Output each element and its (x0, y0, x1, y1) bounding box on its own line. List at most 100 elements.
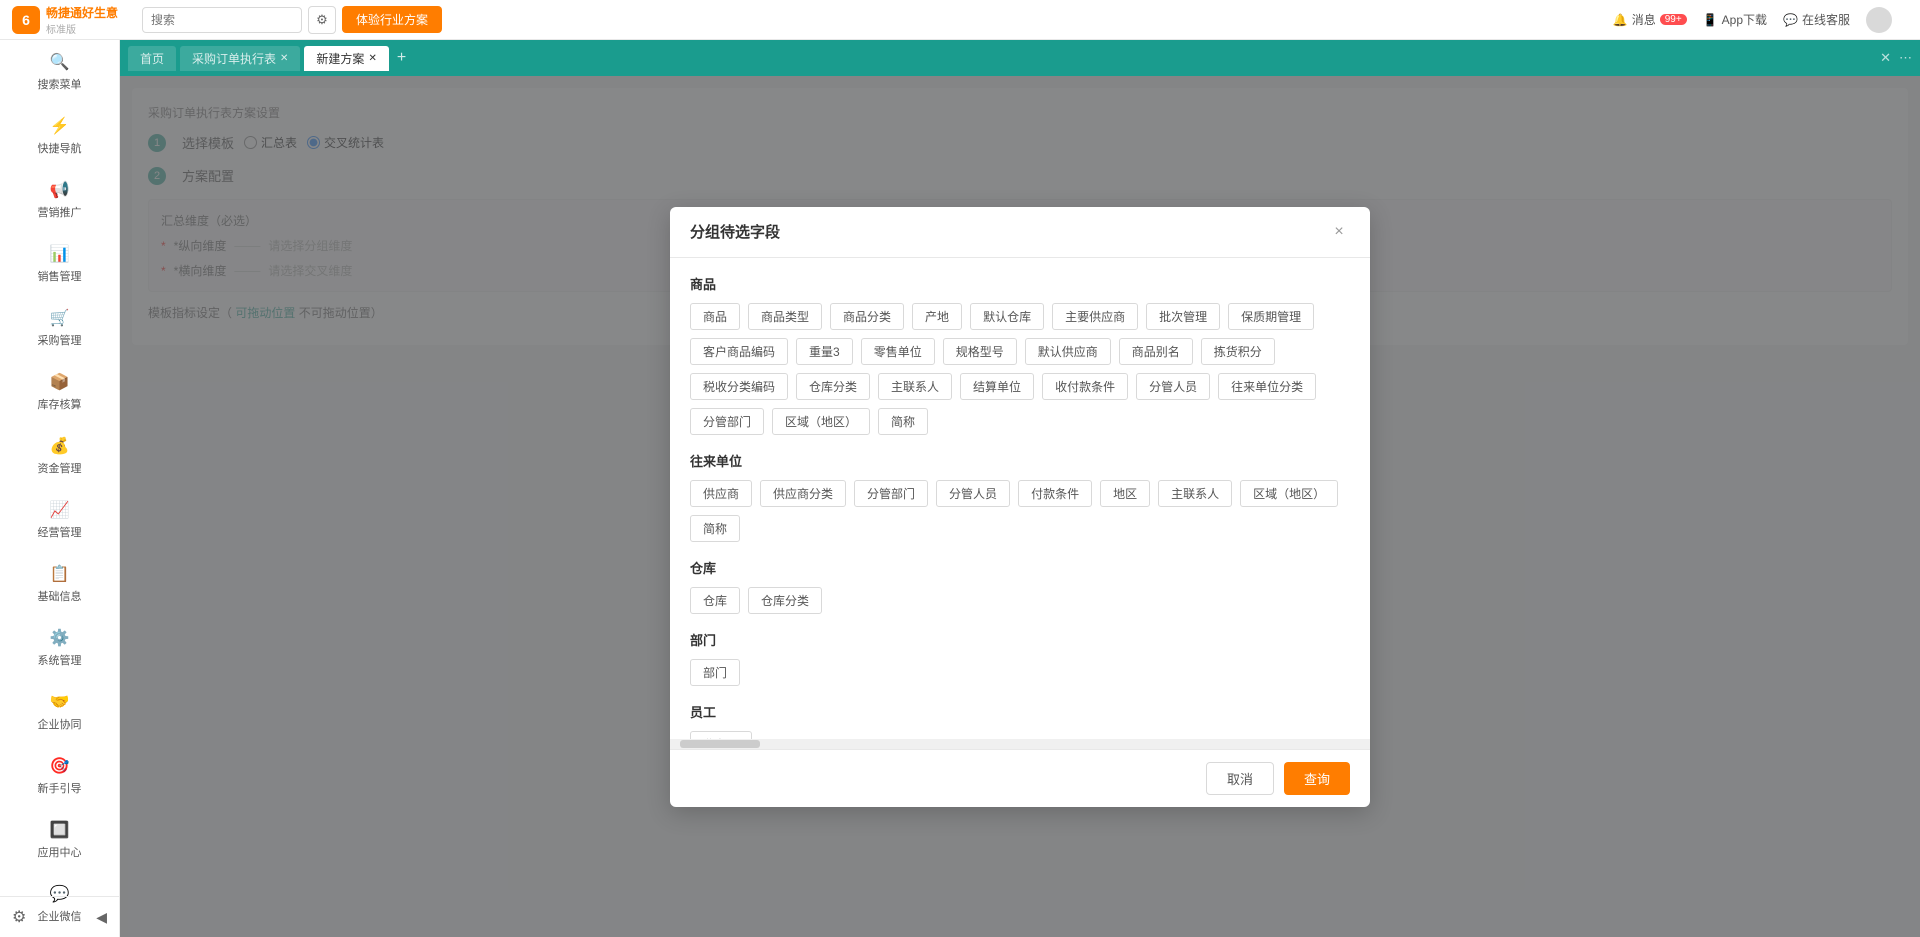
sidebar-item-basic[interactable]: 📋 基础信息 (0, 552, 119, 616)
field-tag-goods-0[interactable]: 商品 (690, 303, 740, 330)
field-tag-partner-7[interactable]: 区域（地区） (1240, 480, 1338, 507)
tab-add-icon[interactable]: + (393, 49, 410, 67)
sidebar-item-sales[interactable]: 📊 销售管理 (0, 232, 119, 296)
field-tag-goods-17[interactable]: 主联系人 (878, 373, 952, 400)
modal-close-button[interactable]: × (1328, 221, 1350, 243)
field-tag-goods-22[interactable]: 分管部门 (690, 408, 764, 435)
sidebar-item-inventory[interactable]: 📦 库存核算 (0, 360, 119, 424)
coop-icon: 🤝 (50, 692, 70, 712)
section-title-partner: 往来单位 (690, 451, 1350, 470)
field-tag-goods-10[interactable]: 零售单位 (861, 338, 935, 365)
tab-close-purchase-exec[interactable]: ✕ (280, 53, 288, 64)
tab-action-close[interactable]: ✕ (1880, 50, 1891, 66)
tab-new-plan[interactable]: 新建方案 ✕ (304, 46, 388, 71)
field-tag-partner-5[interactable]: 地区 (1100, 480, 1150, 507)
field-tag-warehouse-1[interactable]: 仓库分类 (748, 587, 822, 614)
avatar[interactable] (1866, 7, 1892, 33)
experience-button[interactable]: 体验行业方案 (342, 6, 442, 33)
tab-purchase-exec[interactable]: 采购订单执行表✕ (180, 46, 300, 71)
field-tag-employee-0[interactable]: 业务员 (690, 731, 752, 739)
section-title-goods: 商品 (690, 274, 1350, 293)
field-tag-partner-1[interactable]: 供应商分类 (760, 480, 846, 507)
message-label: 消息 (1632, 11, 1656, 28)
field-tag-partner-0[interactable]: 供应商 (690, 480, 752, 507)
field-tag-goods-4[interactable]: 默认仓库 (970, 303, 1044, 330)
sidebar-item-newbie[interactable]: 🎯 新手引导 (0, 744, 119, 808)
field-tag-goods-9[interactable]: 重量3 (796, 338, 853, 365)
sidebar-label-purchase: 采购管理 (38, 332, 82, 348)
section-fields-goods: 商品商品类型商品分类产地默认仓库主要供应商批次管理保质期管理客户商品编码重量3 零… (690, 303, 1350, 435)
tab-action-more[interactable]: ⋯ (1899, 50, 1912, 66)
modal-scrollbar-thumb[interactable] (680, 740, 760, 748)
field-tag-goods-1[interactable]: 商品类型 (748, 303, 822, 330)
quick-nav-icon: ⚡ (50, 116, 70, 136)
newbie-icon: 🎯 (50, 756, 70, 776)
field-tag-goods-2[interactable]: 商品分类 (830, 303, 904, 330)
tab-close-new-plan[interactable]: ✕ (368, 53, 376, 64)
field-tag-goods-3[interactable]: 产地 (912, 303, 962, 330)
sidebar-item-system[interactable]: ⚙️ 系统管理 (0, 616, 119, 680)
tab-label-new-plan: 新建方案 (316, 50, 364, 67)
field-tag-goods-13[interactable]: 商品别名 (1119, 338, 1193, 365)
sidebar-settings-icon[interactable]: ⚙ (12, 907, 26, 927)
field-tag-warehouse-0[interactable]: 仓库 (690, 587, 740, 614)
header-search-area: ⚙ 体验行业方案 (142, 6, 442, 34)
sidebar-item-marketing[interactable]: 📢 营销推广 (0, 168, 119, 232)
field-tag-goods-5[interactable]: 主要供应商 (1052, 303, 1138, 330)
modal-body: 商品商品商品类型商品分类产地默认仓库主要供应商批次管理保质期管理客户商品编码重量… (670, 258, 1370, 739)
sidebar-item-appcenter[interactable]: 🔲 应用中心 (0, 808, 119, 872)
message-button[interactable]: 🔔 消息 99+ (1613, 11, 1687, 28)
sales-icon: 📊 (50, 244, 70, 264)
modal-confirm-button[interactable]: 查询 (1284, 762, 1350, 795)
sidebar: 🔍 搜索菜单 ⚡ 快捷导航 📢 营销推广 📊 销售管理 🛒 采购管理 📦 库存核… (0, 40, 120, 937)
sidebar-item-business[interactable]: 📈 经营管理 (0, 488, 119, 552)
tab-label-home: 首页 (140, 50, 164, 67)
field-tag-goods-11[interactable]: 规格型号 (943, 338, 1017, 365)
online-service-label: 在线客服 (1802, 11, 1850, 28)
field-tag-goods-23[interactable]: 区域（地区） (772, 408, 870, 435)
settings-gear-icon[interactable]: ⚙ (308, 6, 336, 34)
section-title-department: 部门 (690, 630, 1350, 649)
sidebar-label-quick-nav: 快捷导航 (38, 140, 82, 156)
field-tag-goods-12[interactable]: 默认供应商 (1025, 338, 1111, 365)
field-tag-goods-14[interactable]: 拣货积分 (1201, 338, 1275, 365)
field-tag-goods-21[interactable]: 往来单位分类 (1218, 373, 1316, 400)
field-tag-goods-20[interactable]: 分管人员 (1136, 373, 1210, 400)
section-title-warehouse: 仓库 (690, 558, 1350, 577)
field-tag-partner-4[interactable]: 付款条件 (1018, 480, 1092, 507)
field-tag-goods-8[interactable]: 客户商品编码 (690, 338, 788, 365)
field-tag-goods-15[interactable]: 税收分类编码 (690, 373, 788, 400)
field-tag-partner-3[interactable]: 分管人员 (936, 480, 1010, 507)
tab-home[interactable]: 首页 (128, 46, 176, 71)
sidebar-item-purchase[interactable]: 🛒 采购管理 (0, 296, 119, 360)
field-tag-partner-8[interactable]: 简称 (690, 515, 740, 542)
sidebar-bottom: ⚙ ◀ (0, 896, 119, 937)
tab-bar: 首页采购订单执行表✕ 新建方案 ✕ + ✕ ⋯ (120, 40, 1920, 76)
app-download-button[interactable]: 📱 App下载 (1703, 11, 1767, 28)
logo-name: 畅捷通好生意 (46, 4, 118, 21)
sidebar-item-coop[interactable]: 🤝 企业协同 (0, 680, 119, 744)
field-tag-goods-19[interactable]: 收付款条件 (1042, 373, 1128, 400)
sidebar-collapse-icon[interactable]: ◀ (96, 909, 107, 926)
sidebar-item-finance[interactable]: 💰 资金管理 (0, 424, 119, 488)
header-search-input[interactable] (142, 7, 302, 33)
sidebar-item-quick-nav[interactable]: ⚡ 快捷导航 (0, 104, 119, 168)
modal: 分组待选字段 × 商品商品商品类型商品分类产地默认仓库主要供应商批次管理保质期管… (670, 207, 1370, 807)
sidebar-item-search[interactable]: 🔍 搜索菜单 (0, 40, 119, 104)
section-fields-department: 部门 (690, 659, 1350, 686)
field-tag-partner-6[interactable]: 主联系人 (1158, 480, 1232, 507)
field-tag-goods-6[interactable]: 批次管理 (1146, 303, 1220, 330)
logo-area: 6 畅捷通好生意 标准版 (12, 4, 132, 36)
logo-icon: 6 (12, 6, 40, 34)
field-tag-goods-24[interactable]: 简称 (878, 408, 928, 435)
section-fields-warehouse: 仓库仓库分类 (690, 587, 1350, 614)
sidebar-label-inventory: 库存核算 (38, 396, 82, 412)
field-tag-goods-7[interactable]: 保质期管理 (1228, 303, 1314, 330)
field-tag-goods-16[interactable]: 仓库分类 (796, 373, 870, 400)
field-tag-department-0[interactable]: 部门 (690, 659, 740, 686)
field-tag-goods-18[interactable]: 结算单位 (960, 373, 1034, 400)
online-service-button[interactable]: 💬 在线客服 (1783, 11, 1850, 28)
modal-horizontal-scrollbar[interactable] (670, 739, 1370, 749)
modal-cancel-button[interactable]: 取消 (1206, 762, 1274, 795)
field-tag-partner-2[interactable]: 分管部门 (854, 480, 928, 507)
